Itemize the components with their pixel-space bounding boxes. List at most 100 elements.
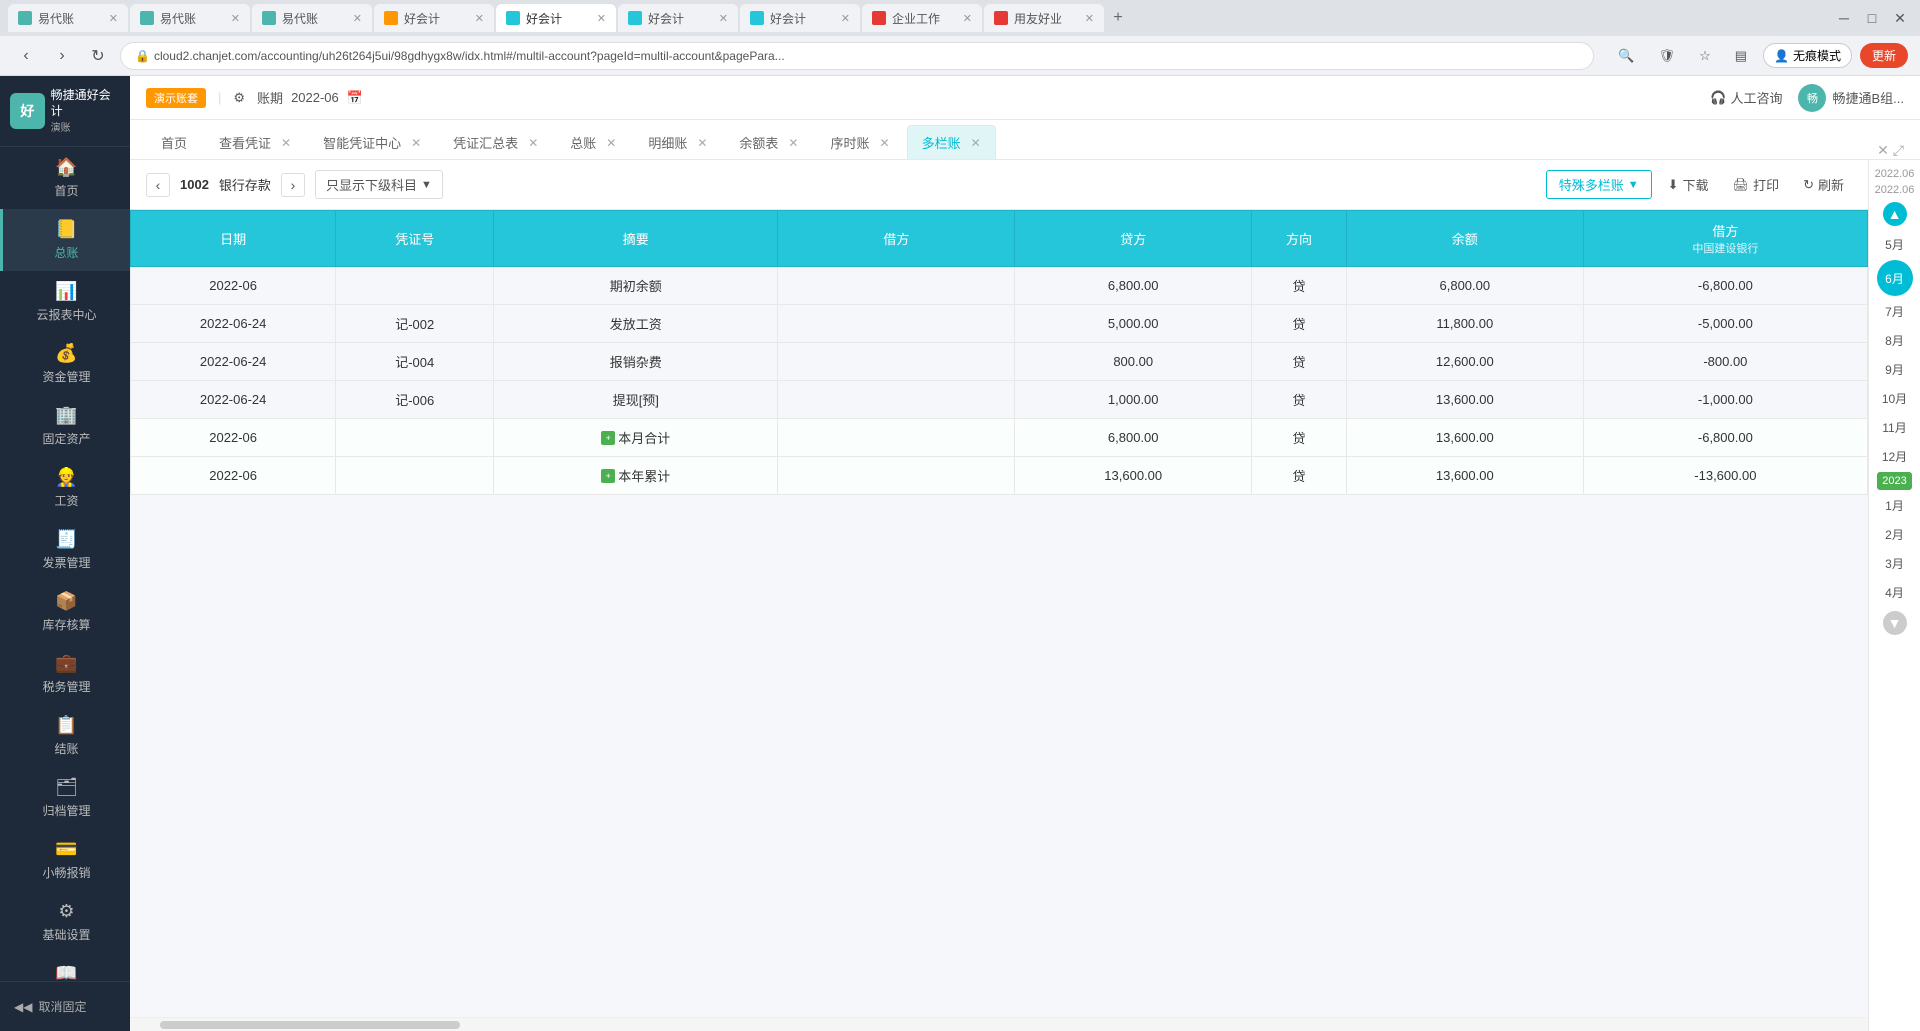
maximize-button[interactable]: □ — [1860, 6, 1884, 30]
date-october[interactable]: 10月 — [1873, 385, 1917, 412]
settings-topbar-button[interactable]: ⚙ — [233, 90, 245, 106]
special-ledger-button[interactable]: 特殊多栏账 ▼ — [1546, 170, 1652, 199]
close-button[interactable]: ✕ — [1888, 6, 1912, 30]
tab-general-ledger[interactable]: 总账 ✕ — [555, 125, 631, 159]
scroll-thumb[interactable] — [160, 1021, 460, 1029]
horizontal-scrollbar[interactable] — [130, 1017, 1868, 1031]
notrack-button[interactable]: 👤 无痕模式 — [1763, 43, 1852, 68]
forward-button[interactable]: › — [48, 42, 76, 70]
tab-voucher-summary[interactable]: 凭证汇总表 ✕ — [438, 125, 553, 159]
browser-tab-2[interactable]: 易代账 ✕ — [130, 4, 250, 32]
date-november[interactable]: 11月 — [1873, 414, 1917, 441]
browser-tab-8[interactable]: 企业工作 ✕ — [862, 4, 982, 32]
browser-tab-9[interactable]: 用友好业 ✕ — [984, 4, 1104, 32]
star-icon[interactable]: ☆ — [1691, 44, 1719, 68]
date-scroll-down[interactable]: ▼ — [1883, 611, 1907, 635]
tab-close-6[interactable]: ✕ — [719, 12, 728, 25]
back-button[interactable]: ‹ — [12, 42, 40, 70]
sidebar-item-finance[interactable]: 💰 资金管理 — [0, 333, 130, 395]
expand-icon[interactable]: ⤢ — [1893, 142, 1904, 159]
tab-close-9[interactable]: ✕ — [1085, 12, 1094, 25]
sidebar-item-expense[interactable]: 💳 小畅报销 — [0, 829, 130, 891]
tab-smart-voucher-close[interactable]: ✕ — [411, 136, 421, 150]
date-december[interactable]: 12月 — [1873, 443, 1917, 470]
date-year-2023[interactable]: 2023 — [1877, 472, 1911, 490]
sidebar-item-fixed-assets[interactable]: 🏢 固定资产 — [0, 395, 130, 457]
td-voucher-2[interactable]: 记-004 — [336, 343, 494, 381]
date-september[interactable]: 9月 — [1873, 356, 1917, 383]
tab-close-5[interactable]: ✕ — [597, 12, 606, 25]
collapse-icon[interactable]: ✕ — [1877, 142, 1889, 159]
demo-badge[interactable]: 演示账套 — [146, 88, 206, 108]
sidebar-browser-icon[interactable]: ▤ — [1727, 44, 1755, 68]
td-special-3: -1,000.00 — [1583, 381, 1867, 419]
sidebar-item-payroll[interactable]: 👷 工资 — [0, 457, 130, 519]
refresh-button[interactable]: ↻ 刷新 — [1795, 171, 1852, 198]
date-june[interactable]: 6月 — [1877, 260, 1913, 296]
shield-icon[interactable]: 🛡 — [1651, 44, 1684, 68]
date-apr-2023[interactable]: 4月 — [1873, 579, 1917, 606]
tab-home[interactable]: 首页 — [146, 125, 202, 159]
content-area: ‹ 1002 银行存款 › 只显示下级科目 ▼ 特殊多栏账 ▼ — [130, 160, 1920, 1031]
browser-tab-5[interactable]: 好会计 ✕ — [496, 4, 616, 32]
td-voucher-3[interactable]: 记-006 — [336, 381, 494, 419]
url-input[interactable]: 🔒 cloud2.chanjet.com/accounting/uh26t264… — [120, 42, 1594, 70]
sidebar-item-ledger[interactable]: 📒 总账 — [0, 209, 130, 271]
browser-tab-3[interactable]: 易代账 ✕ — [252, 4, 372, 32]
tab-icon-9 — [994, 11, 1008, 25]
tab-voucher-view[interactable]: 查看凭证 ✕ — [204, 125, 306, 159]
next-account-button[interactable]: › — [281, 173, 305, 197]
date-july[interactable]: 7月 — [1873, 298, 1917, 325]
tab-general-ledger-close[interactable]: ✕ — [606, 136, 616, 150]
prev-account-button[interactable]: ‹ — [146, 173, 170, 197]
tab-close-8[interactable]: ✕ — [963, 12, 972, 25]
date-may[interactable]: 5月 — [1873, 231, 1917, 258]
download-button[interactable]: ⬇ 下载 — [1660, 171, 1717, 198]
tab-detail-ledger-close[interactable]: ✕ — [697, 136, 707, 150]
sidebar-item-close[interactable]: 📋 结账 — [0, 705, 130, 767]
date-jan-2023[interactable]: 1月 — [1873, 492, 1917, 519]
refresh-nav-button[interactable]: ↻ — [84, 42, 112, 70]
sidebar-item-home[interactable]: 🏠 首页 — [0, 147, 130, 209]
browser-tab-4[interactable]: 好会计 ✕ — [374, 4, 494, 32]
tab-multi-column-close[interactable]: ✕ — [971, 136, 981, 150]
browser-tab-7[interactable]: 好会计 ✕ — [740, 4, 860, 32]
tab-voucher-summary-close[interactable]: ✕ — [528, 136, 538, 150]
print-button[interactable]: 🖨 打印 — [1725, 171, 1788, 198]
tab-close-1[interactable]: ✕ — [109, 12, 118, 25]
filter-select[interactable]: 只显示下级科目 ▼ — [315, 170, 443, 199]
consult-button[interactable]: 🎧 人工咨询 — [1710, 88, 1782, 107]
tab-balance[interactable]: 余额表 ✕ — [724, 125, 813, 159]
sidebar-item-settings[interactable]: ⚙ 基础设置 — [0, 891, 130, 953]
sidebar-item-tax[interactable]: 💼 税务管理 — [0, 643, 130, 705]
sidebar-item-archive[interactable]: 🗂 归档管理 — [0, 767, 130, 829]
tab-close-7[interactable]: ✕ — [841, 12, 850, 25]
td-voucher-1[interactable]: 记-002 — [336, 305, 494, 343]
update-button[interactable]: 更新 — [1860, 43, 1908, 68]
browser-tab-1[interactable]: 易代账 ✕ — [8, 4, 128, 32]
tab-balance-close[interactable]: ✕ — [788, 136, 798, 150]
tab-chronological-close[interactable]: ✕ — [880, 136, 890, 150]
pin-toggle[interactable]: ◀◀ 取消固定 — [10, 992, 120, 1021]
date-mar-2023[interactable]: 3月 — [1873, 550, 1917, 577]
tab-voucher-view-close[interactable]: ✕ — [281, 136, 291, 150]
tab-detail-ledger[interactable]: 明细账 ✕ — [633, 125, 722, 159]
browser-tab-6[interactable]: 好会计 ✕ — [618, 4, 738, 32]
new-tab-button[interactable]: + — [1106, 6, 1130, 30]
minimize-button[interactable]: ─ — [1832, 6, 1856, 30]
date-august[interactable]: 8月 — [1873, 327, 1917, 354]
search-icon[interactable]: 🔍 — [1610, 44, 1642, 68]
sidebar-item-inventory[interactable]: 📦 库存核算 — [0, 581, 130, 643]
date-feb-2023[interactable]: 2月 — [1873, 521, 1917, 548]
date-scroll-up[interactable]: ▲ — [1883, 202, 1907, 226]
tab-close-4[interactable]: ✕ — [475, 12, 484, 25]
tab-chronological[interactable]: 序时账 ✕ — [815, 125, 904, 159]
tab-multi-column[interactable]: 多栏账 ✕ — [907, 125, 996, 159]
sidebar-item-invoice[interactable]: 🧾 发票管理 — [0, 519, 130, 581]
period-item[interactable]: 账期 2022-06 📅 — [257, 88, 363, 107]
tab-smart-voucher[interactable]: 智能凭证中心 ✕ — [308, 125, 436, 159]
tab-close-3[interactable]: ✕ — [353, 12, 362, 25]
tab-close-2[interactable]: ✕ — [231, 12, 240, 25]
sidebar-item-cloud-report[interactable]: 📊 云报表中心 — [0, 271, 130, 333]
sidebar-item-guide[interactable]: 📖 新手引导 — [0, 953, 130, 981]
